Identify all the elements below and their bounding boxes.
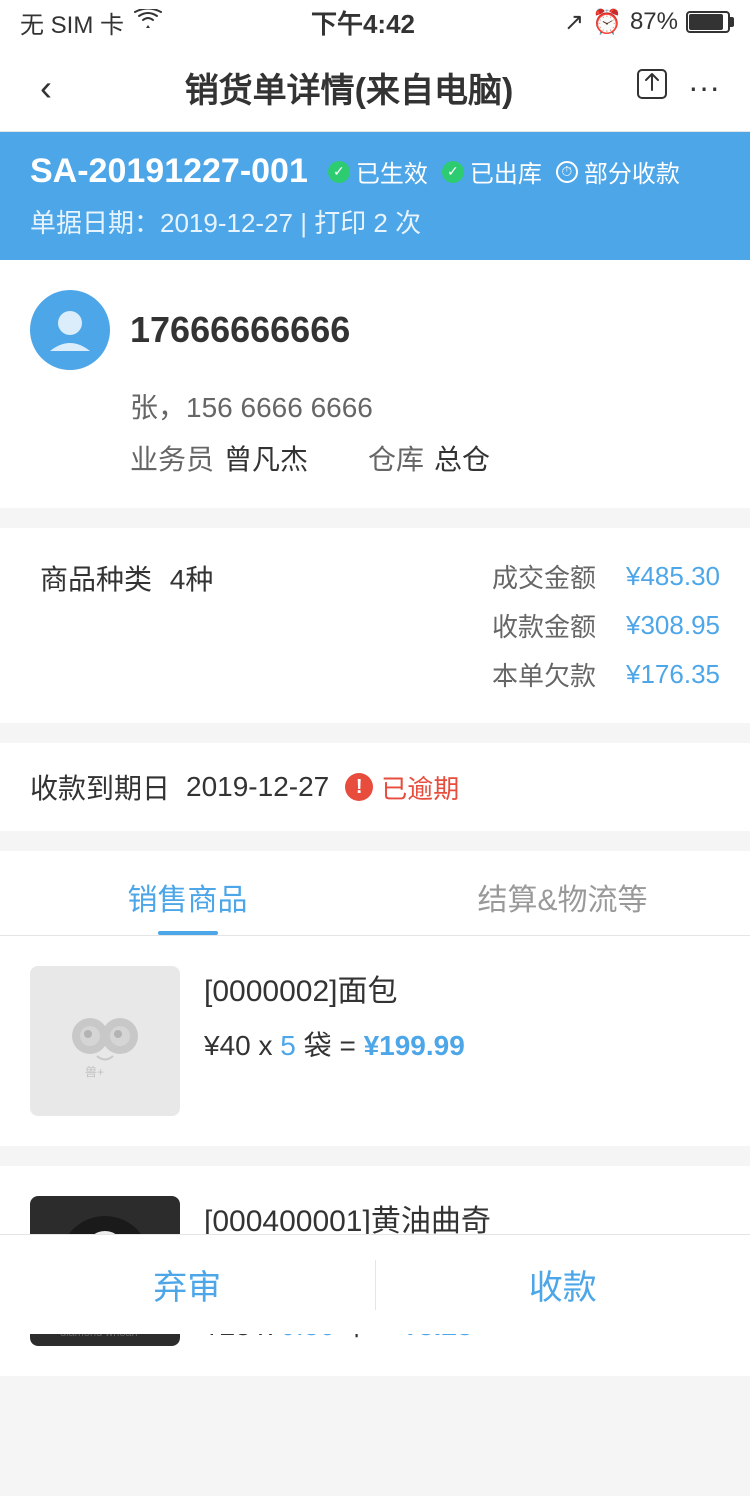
product-image-1: 兽+ (30, 966, 180, 1116)
location-icon: ↗ (564, 8, 584, 37)
battery-icon (686, 11, 730, 33)
owed-value: ¥176.35 (626, 659, 720, 690)
product-unit-price-1: ¥40 (204, 1030, 251, 1061)
back-button[interactable]: ‹ (30, 57, 62, 119)
order-id: SA-20191227-001 (30, 152, 308, 191)
header-banner-top: SA-20191227-001 ✓ 已生效 ✓ 已出库 ⏱ 部分收款 (30, 152, 720, 191)
product-total-1: ¥199.99 (364, 1030, 465, 1061)
order-date-info: 单据日期：2019-12-27 | 打印 2 次 (30, 203, 720, 240)
carrier-text: 无 SIM 卡 (20, 5, 124, 40)
warehouse-value: 总仓 (434, 438, 490, 478)
stats-section: 商品种类 4种 成交金额 ¥485.30 收款金额 ¥308.95 本单欠款 ¥… (0, 528, 750, 723)
product-info-1: [0000002]面包 ¥40 x 5 袋 = ¥199.99 (204, 966, 720, 1064)
status-bar: 无 SIM 卡 下午4:42 ↗ ⏰ 87% (0, 0, 750, 44)
deal-amount-row: 成交金额 ¥485.30 (492, 558, 720, 595)
status-shipped-label: 已出库 (470, 154, 542, 189)
check-icon-2: ✓ (442, 161, 464, 183)
amount-stats: 成交金额 ¥485.30 收款金额 ¥308.95 本单欠款 ¥176.35 (492, 558, 720, 693)
product-type-label: 商品种类 (40, 564, 152, 595)
wifi-icon (134, 8, 162, 36)
product-type-value: 4种 (170, 564, 214, 595)
status-active-label: 已生效 (356, 154, 428, 189)
sales-person-value: 曾凡杰 (224, 438, 308, 478)
product-name-1: [0000002]面包 (204, 966, 720, 1010)
sales-person-label: 业务员 (130, 438, 214, 478)
product-price-1: ¥40 x 5 袋 = ¥199.99 (204, 1024, 720, 1064)
deal-amount-value: ¥485.30 (626, 561, 720, 592)
nav-bar: ‹ 销货单详情(来自电脑) ··· (0, 44, 750, 132)
payment-button[interactable]: 收款 (376, 1240, 750, 1329)
share-button[interactable] (636, 68, 668, 108)
customer-section: 17666666666 张，156 6666 6666 业务员 曾凡杰 仓库 总… (0, 260, 750, 508)
due-date-label: 收款到期日 (30, 767, 170, 807)
product-unit-1: 袋 (304, 1030, 332, 1061)
owed-label: 本单欠款 (492, 656, 596, 693)
reject-button[interactable]: 弃审 (0, 1240, 375, 1329)
product-item: 兽+ [0000002]面包 ¥40 x 5 袋 = ¥199.99 (0, 936, 750, 1146)
warehouse-item: 仓库 总仓 (368, 438, 490, 478)
overdue-text: 已逾期 (381, 769, 459, 806)
overdue-badge: ! 已逾期 (345, 769, 459, 806)
status-active: ✓ 已生效 (328, 154, 428, 189)
battery-percent: 87% (630, 8, 678, 36)
customer-meta: 业务员 曾凡杰 仓库 总仓 (30, 438, 720, 478)
header-banner: SA-20191227-001 ✓ 已生效 ✓ 已出库 ⏱ 部分收款 单据日期：… (0, 132, 750, 260)
status-badges: ✓ 已生效 ✓ 已出库 ⏱ 部分收款 (328, 154, 680, 189)
received-label: 收款金额 (492, 607, 596, 644)
svg-text:兽+: 兽+ (85, 1065, 104, 1079)
tab-products[interactable]: 销售商品 (0, 851, 375, 935)
more-button[interactable]: ··· (688, 69, 720, 106)
deal-amount-label: 成交金额 (492, 558, 596, 595)
product-type-stat: 商品种类 4种 (30, 558, 213, 598)
nav-actions: ··· (636, 68, 720, 108)
product-equals-1: = (339, 1030, 363, 1061)
page-title: 销货单详情(来自电脑) (185, 63, 514, 112)
status-right: ↗ ⏰ 87% (564, 8, 730, 37)
tab-products-label: 销售商品 (128, 884, 248, 917)
product-multiply-1: x (259, 1030, 281, 1061)
warehouse-label: 仓库 (368, 438, 424, 478)
overdue-icon: ! (345, 773, 373, 801)
tabs-container: 销售商品 结算&物流等 (0, 851, 750, 936)
product-image-placeholder-1: 兽+ (30, 966, 180, 1116)
status-left: 无 SIM 卡 (20, 5, 162, 40)
status-partial-label: 部分收款 (584, 154, 680, 189)
customer-avatar (30, 290, 110, 370)
alarm-icon: ⏰ (592, 8, 622, 37)
check-icon-1: ✓ (328, 161, 350, 183)
clock-icon: ⏱ (556, 161, 578, 183)
sales-person-item: 业务员 曾凡杰 (130, 438, 308, 478)
bottom-bar: 弃审 收款 (0, 1234, 750, 1334)
status-partial: ⏱ 部分收款 (556, 154, 680, 189)
received-amount-row: 收款金额 ¥308.95 (492, 607, 720, 644)
owed-amount-row: 本单欠款 ¥176.35 (492, 656, 720, 693)
due-date-section: 收款到期日 2019-12-27 ! 已逾期 (0, 743, 750, 831)
customer-top: 17666666666 (30, 290, 720, 370)
product-qty-1: 5 (280, 1030, 296, 1061)
customer-id: 17666666666 (130, 309, 350, 351)
tab-settlement-label: 结算&物流等 (477, 884, 647, 917)
due-date-value: 2019-12-27 (186, 771, 329, 803)
status-shipped: ✓ 已出库 (442, 154, 542, 189)
received-value: ¥308.95 (626, 610, 720, 641)
customer-name-phone: 张，156 6666 6666 (30, 386, 720, 426)
tab-settlement[interactable]: 结算&物流等 (375, 851, 750, 935)
time-display: 下午4:42 (311, 4, 415, 41)
